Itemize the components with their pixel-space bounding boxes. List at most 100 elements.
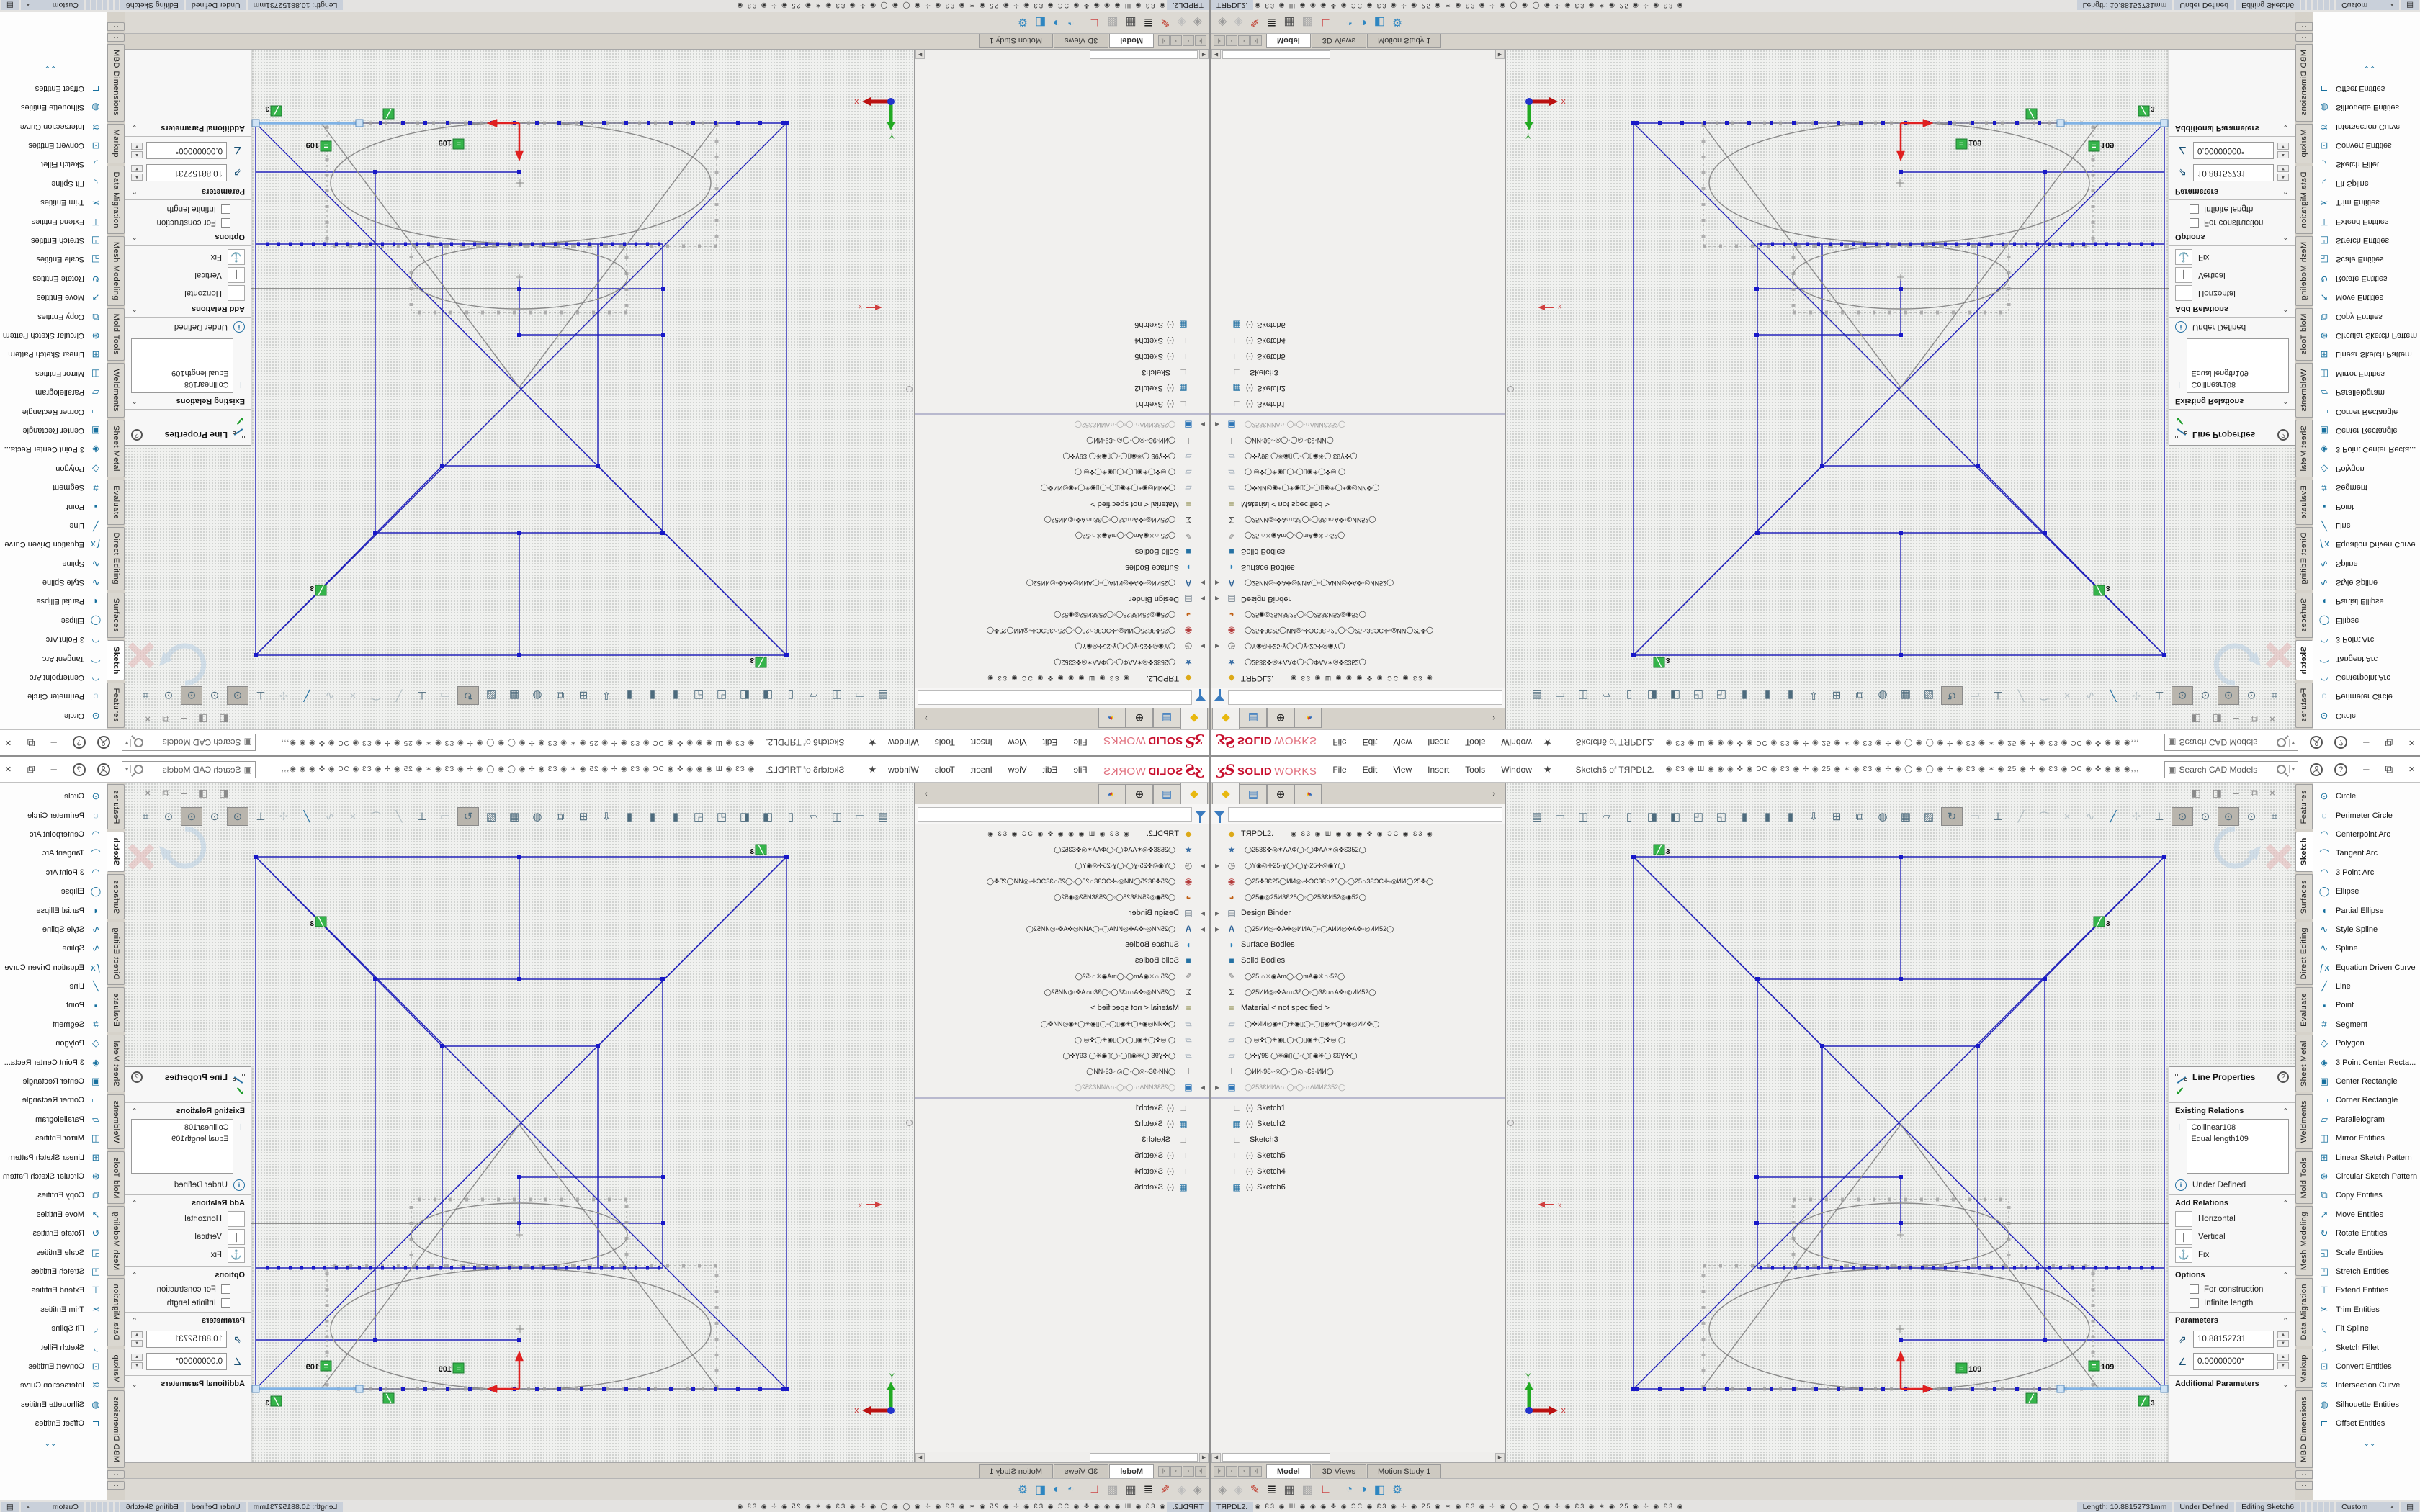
bottom-toolbar-icon[interactable]: ▦ [1125, 16, 1136, 30]
view-toolbar-icon[interactable]: ⌗ [135, 807, 156, 826]
bottom-toolbar-icon[interactable]: ∟ [1089, 1483, 1101, 1496]
collapse-icon[interactable]: ⌃ [131, 396, 138, 405]
view-toolbar-icon[interactable]: ▮ [1757, 686, 1778, 705]
sketch-tool[interactable]: ▪ Point [0, 996, 102, 1014]
sketch-list-item[interactable]: ∟ (-) Sketch1 [1211, 1100, 1505, 1116]
parameter-input[interactable]: 10.88152731 [146, 164, 227, 181]
relations-listbox[interactable]: Collinear108Equal length109 [2187, 1119, 2289, 1174]
tree-item[interactable]: Σ ◯25ИИ◎◦✜A∩u3Ɛ◯◦◯3Ɛu∩A✜◦◎ИИ52◯ [1211, 512, 1505, 528]
sketch-list-item[interactable]: ▦ (-) Sketch2 [915, 1116, 1209, 1132]
tab-nav-button[interactable]: ›| [1158, 35, 1170, 46]
pin-icon[interactable]: ★ [1543, 737, 1552, 749]
sketch-tool[interactable]: ◟ Fit Spline [2318, 174, 2420, 193]
menu-item[interactable]: View [1007, 737, 1028, 750]
sketch-tool[interactable]: ◱ Scale Entities [0, 1243, 102, 1261]
relation-item[interactable]: Collinear108 [135, 1122, 229, 1133]
parameter-input[interactable]: 10.88152731 [2193, 164, 2274, 181]
sketch-tool[interactable]: ◍ Silhouette Entities [0, 1395, 102, 1414]
help-icon[interactable]: ? [2334, 737, 2347, 750]
sketch-list-item[interactable]: ∟ (-) Sketch4 [1211, 1164, 1505, 1179]
sketch-tool[interactable]: ╱ Line [2318, 516, 2420, 535]
bottom-toolbar-icon[interactable]: ◔ [1345, 1483, 1353, 1496]
bottom-toolbar-icon[interactable]: ∟ [1320, 17, 1332, 30]
expander-icon[interactable]: ▶ [1198, 863, 1205, 869]
menu-item[interactable]: View [1007, 763, 1028, 776]
view-toolbar-icon[interactable]: ▤ [1526, 807, 1548, 826]
tree-item[interactable]: ◗ Surface Bodies [1211, 937, 1505, 953]
document-window-button[interactable]: × [2269, 787, 2275, 799]
view-toolbar-icon[interactable]: ⊙ [2241, 807, 2262, 826]
sketch-list-item[interactable]: ∟ (-) Sketch5 [915, 348, 1209, 364]
commandmanager-tab[interactable]: : [2295, 1470, 2313, 1479]
view-toolbar-icon[interactable]: ▤ [872, 686, 894, 705]
view-toolbar-icon[interactable]: ∿ [319, 807, 341, 826]
parameter-input[interactable]: 0.00000000° [146, 1353, 227, 1370]
tree-item[interactable]: ◆ TЯPDL2. ◉ Ɛ3 ◉ Ш ◉ ◉ ◉ ✜ ◉ ƆC ◉ Ɛ3 ◉ [915, 670, 1209, 686]
sketch-tool[interactable]: ∿ Spline [2318, 939, 2420, 958]
view-toolbar-icon[interactable]: ↻ [457, 686, 479, 705]
document-window-button[interactable]: ◧ [219, 787, 228, 799]
sketch-tool[interactable]: ⊛ Circular Sketch Pattern [2318, 326, 2420, 345]
document-window-button[interactable]: ◨ [198, 713, 207, 725]
sketch-tool[interactable]: ◯ Ellipse [2318, 611, 2420, 630]
tree-item[interactable]: ★ ◯253Ɛ✜◎✶ΛAΦ◯◦◯ΦAΛ✶◎✜Ɛ352◯ [1211, 842, 1505, 858]
sketch-tool[interactable]: ✂ Trim Entities [0, 1300, 102, 1319]
view-toolbar-icon[interactable]: ◫ [826, 807, 848, 826]
minimize-button[interactable]: – [2363, 737, 2369, 749]
bottom-toolbar-icon[interactable]: ⚙ [1018, 1482, 1028, 1497]
tree-item[interactable]: ▱ ◯✜Ɣ9Ɛ∙◯✳◉▯◯◦◯▯◉✳◯∙Ɛ9Ɣ✜◯ [915, 449, 1209, 464]
sketch-tool[interactable]: ◠ Centerpoint Arc [0, 668, 102, 687]
sketch-tool[interactable]: ⊛ Circular Sketch Pattern [0, 326, 102, 345]
document-window-button[interactable]: – [181, 713, 187, 725]
view-toolbar-icon[interactable]: ⊙ [227, 807, 248, 826]
bottom-toolbar-icon[interactable]: ≣ [1144, 1482, 1153, 1497]
view-toolbar-icon[interactable]: ▭ [1964, 807, 1986, 826]
view-toolbar-icon[interactable]: ◱ [1711, 807, 1732, 826]
sketch-tool[interactable]: ╱ Line [2318, 977, 2420, 996]
view-toolbar-icon[interactable]: ◰ [711, 686, 732, 705]
search-input[interactable]: Search CAD Models [146, 738, 241, 748]
bottom-toolbar-icon[interactable]: ◔ [1067, 1483, 1075, 1496]
menu-item[interactable]: Window [1500, 737, 1533, 750]
sketch-tool[interactable]: ◠ Centerpoint Arc [0, 825, 102, 844]
spinner[interactable]: ▲▼ [2277, 143, 2289, 158]
menu-item[interactable]: File [1331, 737, 1348, 750]
expander-icon[interactable]: ▶ [1198, 1084, 1205, 1091]
bottom-toolbar-icon[interactable]: ◔ [1067, 17, 1075, 30]
commandmanager-tab[interactable]: Direct Editing [2295, 922, 2313, 985]
sketch-tool[interactable]: ▣ Center Rectangle [0, 1072, 102, 1091]
view-toolbar-icon[interactable]: ⌒ [2033, 807, 2055, 826]
tree-item[interactable]: ◉ ◯25✜3Ɛ25◯ИИ◎◦✜ƆC3Ɛ∩25◯◦◯25∩3ƐƆC✜◦◎ИИ◯2… [915, 623, 1209, 639]
tree-item[interactable]: ◕ ◯25◉◎25И3Ɛ25◯◦◯253ƐИ52◎◉52◯ [1211, 889, 1505, 905]
view-toolbar-icon[interactable]: ◰ [1688, 807, 1709, 826]
tree-item[interactable]: ◆ TЯPDL2. ◉ Ɛ3 ◉ Ш ◉ ◉ ◉ ✜ ◉ ƆC ◉ Ɛ3 ◉ [1211, 826, 1505, 842]
bottom-toolbar-icon[interactable]: ≣ [1267, 16, 1276, 30]
bottom-toolbar-icon[interactable]: ◧ [1374, 16, 1385, 30]
tree-item[interactable]: ◕ ◯25◉◎25И3Ɛ25◯◦◯253ƐИ52◎◉52◯ [1211, 607, 1505, 623]
menu-item[interactable]: Edit [1361, 763, 1379, 776]
bottom-toolbar-icon[interactable]: ≣ [1144, 16, 1153, 30]
view-toolbar-icon[interactable]: ▭ [849, 686, 871, 705]
checkbox[interactable] [2190, 218, 2199, 228]
tree-item[interactable]: ■ Solid Bodies [915, 544, 1209, 559]
view-toolbar-icon[interactable]: ⊞ [1826, 807, 1847, 826]
tree-item[interactable]: ▶ ◷ ◯Y◉◎✜25◦Ɣ◯◦◯Ɣ◦25✜◎◉Y◯ [1211, 639, 1505, 654]
sketch-tool[interactable]: ◳ Stretch Entities [0, 231, 102, 250]
panel-splitter-handle[interactable] [906, 1120, 913, 1126]
featuremanager-tab[interactable]: ◔ [1294, 708, 1322, 728]
sketch-tool[interactable]: ∿ Style Spline [2318, 920, 2420, 939]
collapse-icon[interactable]: ⌃ [131, 304, 138, 313]
tab-nav-button[interactable]: › [1170, 35, 1182, 46]
sketch-tool[interactable]: ∿ Style Spline [2318, 573, 2420, 592]
tree-item[interactable]: ▱ ◯✜ИИ◎◉+◯✳◉▯◯◦◯▯◉✳◯+◉◎ИИ✜◯ [915, 1016, 1209, 1032]
menu-item[interactable]: Tools [933, 763, 956, 776]
sketch-tool[interactable]: ⧉ Copy Entities [2318, 307, 2420, 325]
tree-item[interactable]: ▶ A ◯25ИИ◎◦✜A✜◎ИИA◯◦◯AИИ◎✜A✜◦◎ИИ52◯ [1211, 921, 1505, 937]
sketch-tool[interactable]: ▭ Corner Rectangle [2318, 402, 2420, 420]
sketch-tool[interactable]: ⌒ Tangent Arc [2318, 844, 2420, 863]
commandmanager-tab[interactable]: Direct Editing [107, 922, 125, 985]
sketch-tool[interactable]: ✂ Trim Entities [2318, 1300, 2420, 1319]
sketch-tool[interactable]: ◞ Sketch Fillet [2318, 155, 2420, 174]
view-toolbar-icon[interactable]: ▦ [503, 686, 525, 705]
commandmanager-tab[interactable]: Evaluate [2295, 987, 2313, 1032]
